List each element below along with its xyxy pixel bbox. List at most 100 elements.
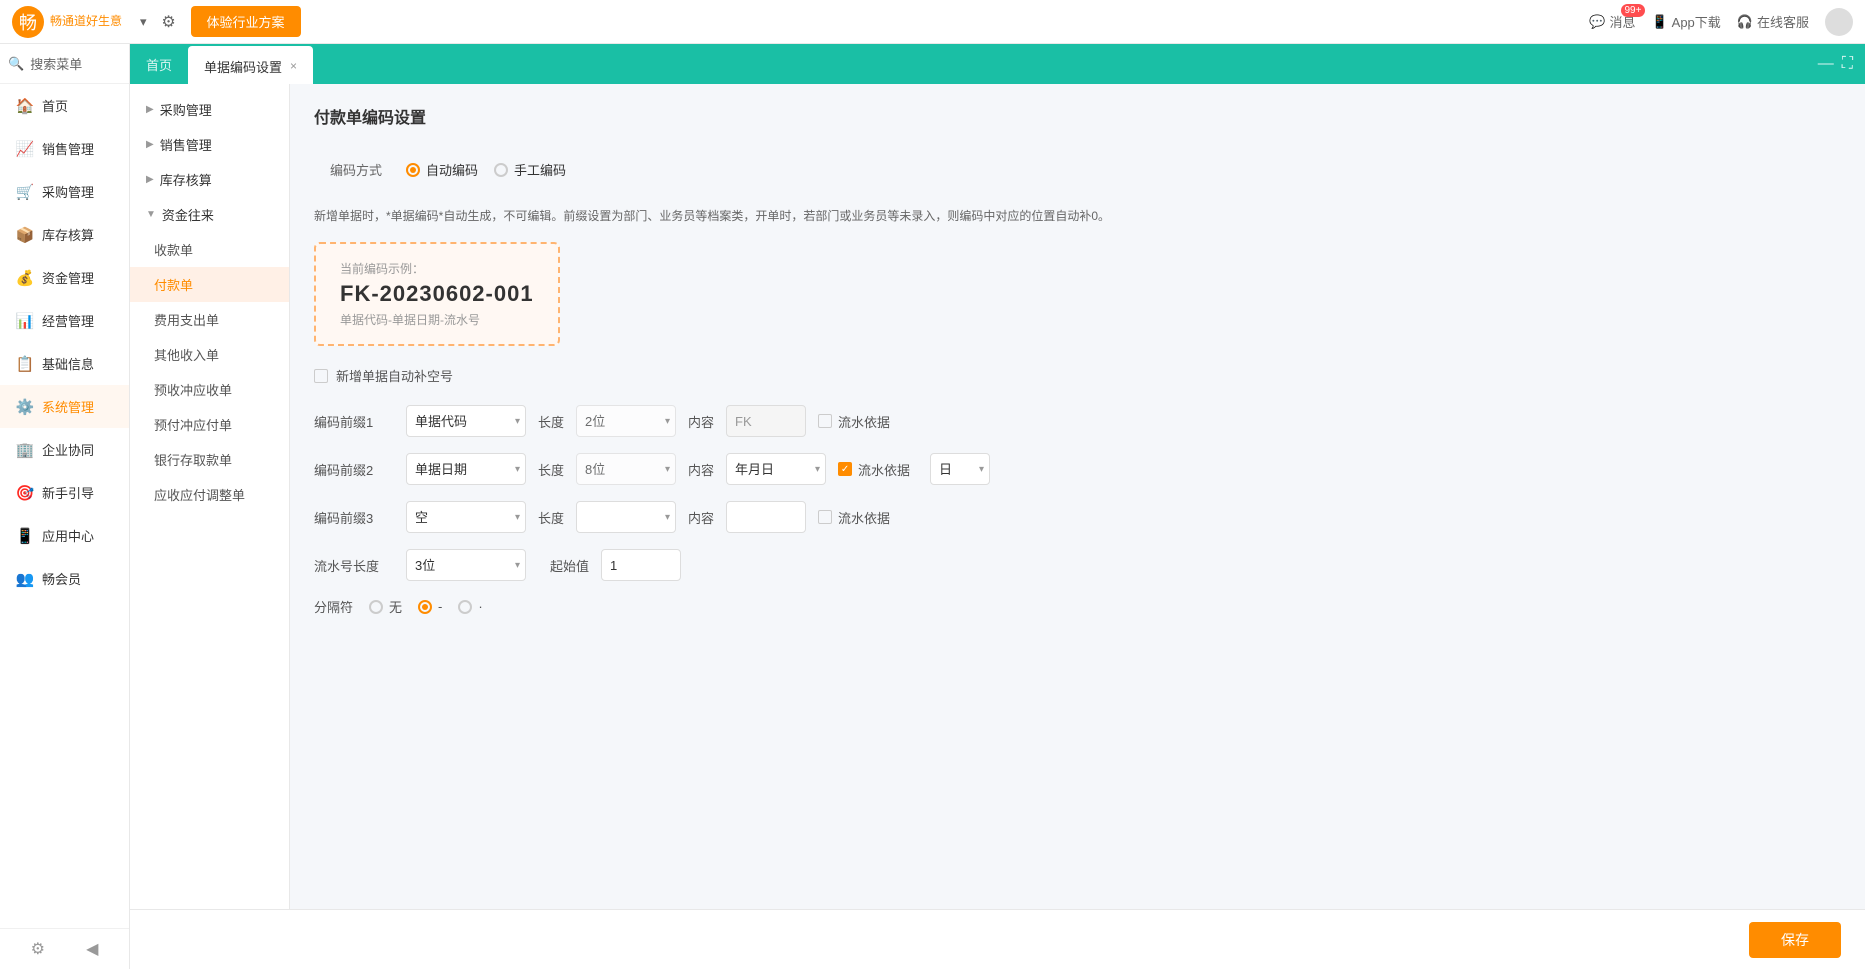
tab-home[interactable]: 首页: [130, 44, 188, 84]
prefix-select-2-wrapper: 单据日期 ▾: [406, 453, 526, 485]
tab-encoding-settings[interactable]: 单据编码设置 ×: [188, 46, 313, 86]
serial-length-select[interactable]: 3位: [406, 549, 526, 581]
sub-item-payment[interactable]: 付款单: [130, 267, 289, 302]
group-sales: ▶ 销售管理: [130, 127, 289, 162]
sidebar-item-app[interactable]: 📱 应用中心: [0, 514, 129, 557]
stream-check-3[interactable]: [818, 510, 832, 524]
separator-none-radio[interactable]: 无: [369, 597, 402, 616]
serial-start-input[interactable]: [601, 549, 681, 581]
length-select-1[interactable]: 2位: [576, 405, 676, 437]
serial-length-label: 流水号长度: [314, 556, 394, 575]
sidebar-item-finance[interactable]: 💰 资金管理: [0, 256, 129, 299]
sidebar-bottom: ⚙ ◀: [0, 928, 129, 969]
group-inventory-header[interactable]: ▶ 库存核算: [130, 162, 289, 197]
serial-row: 流水号长度 3位 ▾ 起始值: [314, 549, 1841, 581]
industry-btn[interactable]: 体验行业方案: [191, 6, 301, 37]
config-row-1: 编码前缀1 单据代码 ▾ 长度 2位 ▾ 内容: [314, 405, 1841, 437]
content-label-3: 内容: [688, 508, 714, 527]
service-btn[interactable]: 🎧 在线客服: [1737, 12, 1809, 31]
sub-item-adjust[interactable]: 应收应付调整单: [130, 477, 289, 512]
operations-icon: 📊: [16, 312, 34, 330]
length-label-3: 长度: [538, 508, 564, 527]
prefix-label-3: 编码前缀3: [314, 508, 394, 527]
sidebar-item-guide[interactable]: 🎯 新手引导: [0, 471, 129, 514]
message-icon: 💬: [1589, 14, 1605, 30]
group-purchase-header[interactable]: ▶ 采购管理: [130, 92, 289, 127]
separator-dot-radio[interactable]: -: [418, 599, 442, 614]
auto-fill-checkbox[interactable]: [314, 369, 328, 383]
stream-check-1[interactable]: [818, 414, 832, 428]
message-btn[interactable]: 💬 消息 99+: [1589, 12, 1635, 31]
home-icon: 🏠: [16, 97, 34, 115]
app-icon: 📱: [16, 527, 34, 545]
system-icon: ⚙️: [16, 398, 34, 416]
length-label-1: 长度: [538, 412, 564, 431]
separator-row: 分隔符 无 - ·: [314, 597, 1841, 616]
sidebar-item-member[interactable]: 👥 畅会员: [0, 557, 129, 600]
download-btn[interactable]: 📱 App下载: [1651, 12, 1720, 31]
sidebar-item-enterprise[interactable]: 🏢 企业协同: [0, 428, 129, 471]
sub-item-bank[interactable]: 银行存取款单: [130, 442, 289, 477]
message-badge: 99+: [1621, 4, 1646, 17]
sidebar-item-sales[interactable]: 📈 销售管理: [0, 127, 129, 170]
basic-icon: 📋: [16, 355, 34, 373]
content-input-1[interactable]: [726, 405, 806, 437]
settings-icon[interactable]: ⚙: [155, 8, 183, 36]
radio-manual[interactable]: 手工编码: [494, 160, 566, 179]
logo-text: 畅通道好生意: [50, 14, 122, 30]
group-sales-header[interactable]: ▶ 销售管理: [130, 127, 289, 162]
group-finance: ▼ 资金往来 收款单 付款单 费用支出单 其他收入单 预收冲应收单 预付冲应付单…: [130, 197, 289, 512]
sidebar-collapse-btn[interactable]: ◀: [86, 939, 98, 959]
top-bar-middle: ▾ ⚙ 体验行业方案: [140, 6, 1581, 37]
length-select-2[interactable]: 8位: [576, 453, 676, 485]
finance-icon: 💰: [16, 269, 34, 287]
enterprise-icon: 🏢: [16, 441, 34, 459]
sidebar-item-inventory[interactable]: 📦 库存核算: [0, 213, 129, 256]
separator-dash-radio[interactable]: ·: [458, 599, 482, 614]
sidebar-item-operations[interactable]: 📊 经营管理: [0, 299, 129, 342]
radio-auto[interactable]: 自动编码: [406, 160, 478, 179]
nav-dropdown[interactable]: ▾: [140, 14, 147, 30]
period-select-wrapper: 日 ▾: [930, 453, 990, 485]
tab-close-btn[interactable]: ×: [290, 59, 297, 73]
sub-item-expense[interactable]: 费用支出单: [130, 302, 289, 337]
save-button[interactable]: 保存: [1749, 922, 1841, 958]
content-input-3[interactable]: [726, 501, 806, 533]
encoding-label: 编码方式: [330, 160, 382, 179]
tab-bar-right: — ⛶: [1818, 55, 1865, 73]
top-bar: 畅 畅通道好生意 ▾ ⚙ 体验行业方案 💬 消息 99+ 📱 App下载 🎧 在…: [0, 0, 1865, 44]
tab-bar: 首页 单据编码设置 × — ⛶: [130, 44, 1865, 84]
sub-item-receipt[interactable]: 收款单: [130, 232, 289, 267]
sidebar-search[interactable]: 🔍 搜索菜单: [0, 44, 129, 84]
content-select-2[interactable]: 年月日: [726, 453, 826, 485]
stream-check-2[interactable]: ✓: [838, 462, 852, 476]
sidebar-item-basic[interactable]: 📋 基础信息: [0, 342, 129, 385]
group-finance-header[interactable]: ▼ 资金往来: [130, 197, 289, 232]
download-icon: 📱: [1651, 14, 1667, 30]
sidebar: 🔍 搜索菜单 🏠 首页 📈 销售管理 🛒 采购管理 📦 库存核算 💰 资金管理 …: [0, 44, 130, 969]
chevron-right-icon: ▶: [146, 104, 154, 115]
avatar[interactable]: [1825, 8, 1853, 36]
stream-checkbox-2: ✓ 流水依据: [838, 460, 910, 479]
prefix-label-2: 编码前缀2: [314, 460, 394, 479]
serial-length-select-wrapper: 3位 ▾: [406, 549, 526, 581]
prefix-select-1[interactable]: 单据代码: [406, 405, 526, 437]
sales-icon: 📈: [16, 140, 34, 158]
prefix-select-2[interactable]: 单据日期: [406, 453, 526, 485]
prefix-select-3[interactable]: 空: [406, 501, 526, 533]
length-select-3[interactable]: [576, 501, 676, 533]
tab-maximize-btn[interactable]: ⛶: [1842, 55, 1853, 73]
auto-fill-row: 新增单据自动补空号: [314, 366, 1841, 385]
chevron-right-icon2: ▶: [146, 139, 154, 150]
group-inventory: ▶ 库存核算: [130, 162, 289, 197]
period-select[interactable]: 日: [930, 453, 990, 485]
sidebar-settings-btn[interactable]: ⚙: [31, 939, 45, 959]
sidebar-item-system[interactable]: ⚙️ 系统管理: [0, 385, 129, 428]
sub-item-pre-receivable[interactable]: 预收冲应收单: [130, 372, 289, 407]
tab-minimize-btn[interactable]: —: [1818, 55, 1834, 73]
sub-item-pre-payable[interactable]: 预付冲应付单: [130, 407, 289, 442]
sub-item-other-income[interactable]: 其他收入单: [130, 337, 289, 372]
sidebar-item-purchase[interactable]: 🛒 采购管理: [0, 170, 129, 213]
separator-label: 分隔符: [314, 597, 353, 616]
sidebar-item-home[interactable]: 🏠 首页: [0, 84, 129, 127]
